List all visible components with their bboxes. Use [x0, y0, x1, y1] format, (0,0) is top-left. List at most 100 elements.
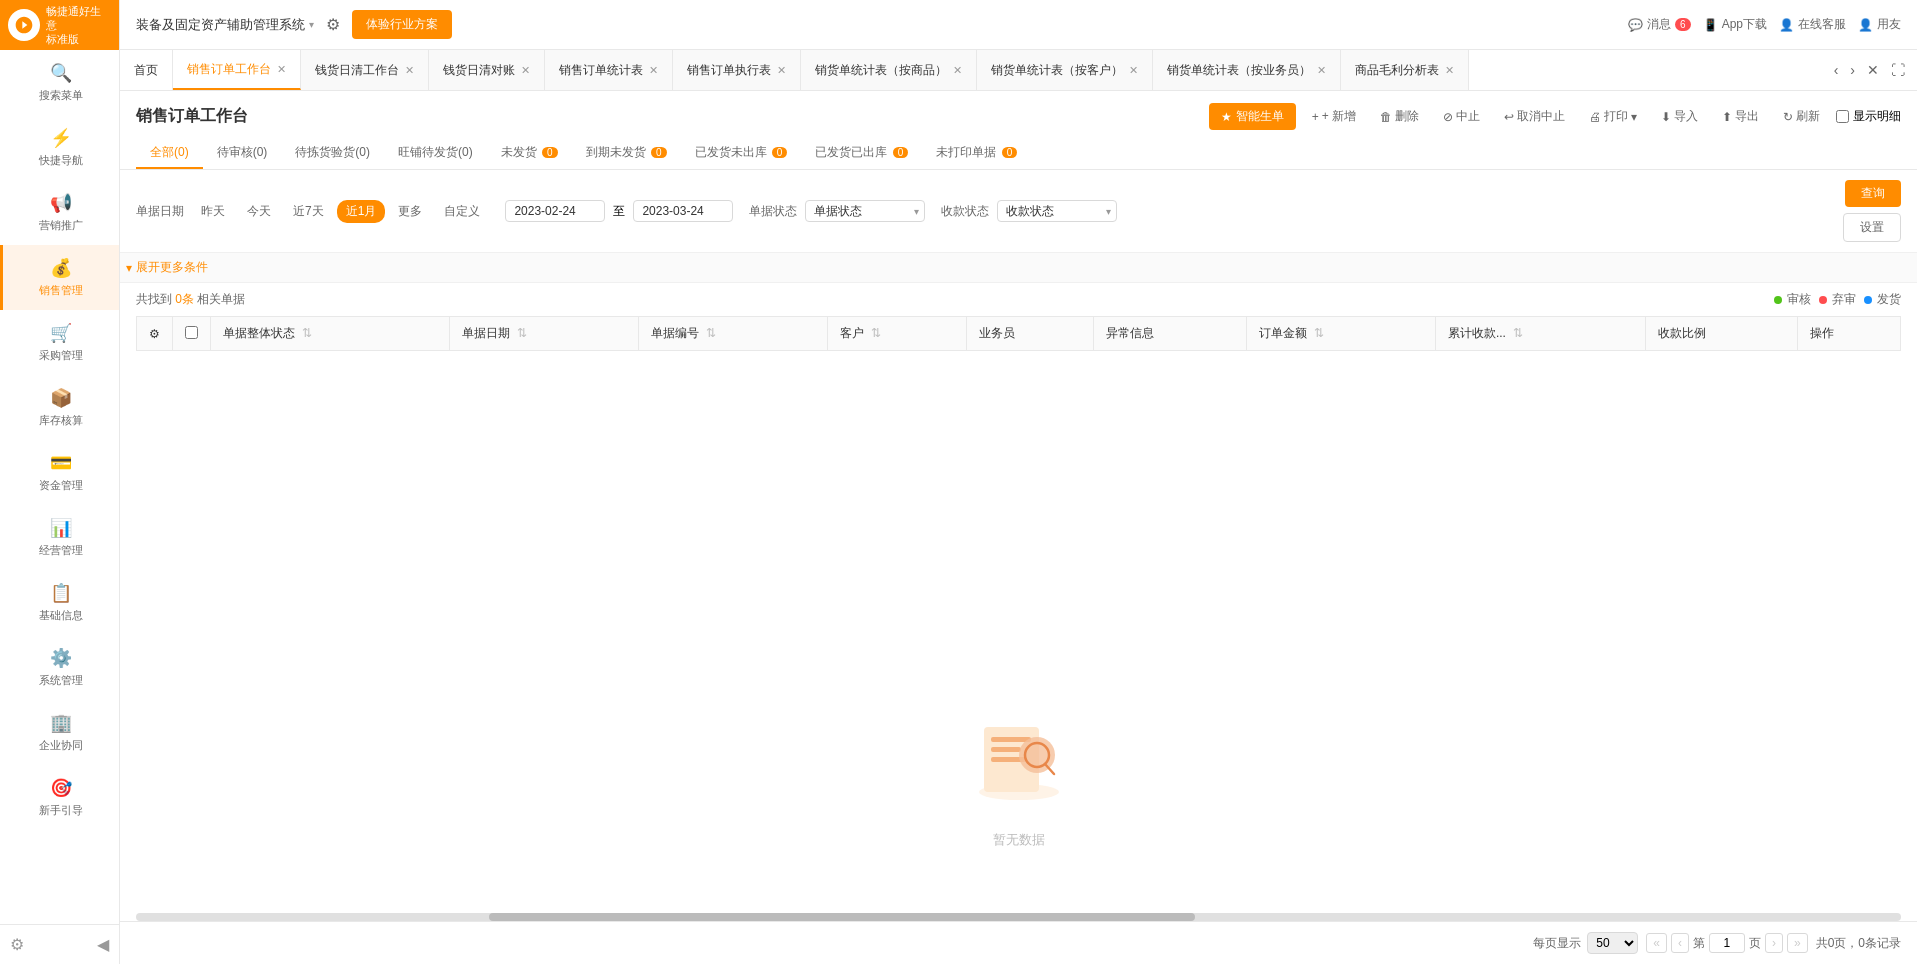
import-icon: ⬇	[1661, 110, 1671, 124]
import-button[interactable]: ⬇ 导入	[1653, 104, 1706, 129]
sidebar-item-search[interactable]: 🔍 搜索菜单	[0, 50, 119, 115]
filter-tab-pending-inspect[interactable]: 待拣货验货(0)	[281, 138, 384, 169]
date-to-input[interactable]	[633, 200, 733, 222]
filter-tab-shipped-in[interactable]: 已发货已出库 0	[801, 138, 922, 169]
page-next-btn[interactable]: ›	[1765, 933, 1783, 953]
filter-tab-not-shipped[interactable]: 未发货 0	[487, 138, 572, 169]
tab-product-margin-close[interactable]: ✕	[1445, 64, 1454, 77]
expand-conditions-btn[interactable]: ▾ 展开更多条件	[126, 259, 1911, 276]
tab-cash-reconcile[interactable]: 钱货日清对账 ✕	[429, 50, 545, 90]
sort-number-icon[interactable]: ⇅	[706, 326, 716, 340]
filter-tab-shipped-not-in[interactable]: 已发货未出库 0	[681, 138, 802, 169]
cancel-stop-button[interactable]: ↩ 取消中止	[1496, 104, 1573, 129]
tab-cash-reconcile-close[interactable]: ✕	[521, 64, 530, 77]
ship-btn[interactable]: 发货	[1864, 291, 1901, 308]
gear-icon[interactable]: ⚙	[326, 15, 340, 34]
show-detail-checkbox[interactable]	[1836, 110, 1849, 123]
tab-sales-summary-staff-close[interactable]: ✕	[1317, 64, 1326, 77]
tab-sales-workbench[interactable]: 销售订单工作台 ✕	[173, 50, 301, 90]
sort-customer-icon[interactable]: ⇅	[871, 326, 881, 340]
tab-sales-summary-product-close[interactable]: ✕	[953, 64, 962, 77]
tab-sales-stat-close[interactable]: ✕	[649, 64, 658, 77]
sidebar-item-quick-nav[interactable]: ⚡ 快捷导航	[0, 115, 119, 180]
page-prev-btn[interactable]: ‹	[1671, 933, 1689, 953]
online-service-action[interactable]: 👤 在线客服	[1779, 16, 1846, 33]
show-detail-checkbox-label[interactable]: 显示明细	[1836, 108, 1901, 125]
audit-btn[interactable]: 审核	[1774, 291, 1811, 308]
sidebar-item-inventory[interactable]: 📦 库存核算	[0, 375, 119, 440]
filter-tab-not-printed[interactable]: 未打印单据 0	[922, 138, 1031, 169]
sidebar-item-guide[interactable]: 🎯 新手引导	[0, 765, 119, 830]
sidebar-item-marketing[interactable]: 📢 营销推广	[0, 180, 119, 245]
industry-solution-button[interactable]: 体验行业方案	[352, 10, 452, 39]
collapse-icon[interactable]: ◀	[97, 935, 109, 954]
col-status-label: 单据整体状态	[223, 326, 295, 340]
page-first-btn[interactable]: «	[1646, 933, 1667, 953]
sidebar-item-basic-info[interactable]: 📋 基础信息	[0, 570, 119, 635]
sidebar-item-purchase[interactable]: 🛒 采购管理	[0, 310, 119, 375]
filter-tab-expired[interactable]: 到期未发货 0	[572, 138, 681, 169]
sidebar-item-system[interactable]: ⚙️ 系统管理	[0, 635, 119, 700]
delete-button[interactable]: 🗑 删除	[1372, 104, 1427, 129]
settings-bottom-icon[interactable]: ⚙	[10, 935, 24, 954]
refresh-button[interactable]: ↻ 刷新	[1775, 104, 1828, 129]
page-number-input[interactable]	[1709, 933, 1745, 953]
sort-date-icon[interactable]: ⇅	[517, 326, 527, 340]
sidebar-item-enterprise[interactable]: 🏢 企业协同	[0, 700, 119, 765]
export-button[interactable]: ⬆ 导出	[1714, 104, 1767, 129]
tab-home[interactable]: 首页	[120, 50, 173, 90]
tab-cash-daily-close[interactable]: ✕	[405, 64, 414, 77]
date-custom[interactable]: 自定义	[435, 200, 489, 223]
payment-select[interactable]: 收款状态	[997, 200, 1117, 222]
sort-status-icon[interactable]: ⇅	[302, 326, 312, 340]
tab-sales-summary-product[interactable]: 销货单统计表（按商品） ✕	[801, 50, 977, 90]
page-size-select[interactable]: 20 50 100	[1587, 932, 1638, 954]
filter-tab-all[interactable]: 全部(0)	[136, 138, 203, 169]
tab-prev-btn[interactable]: ‹	[1830, 58, 1843, 82]
date-from-input[interactable]	[505, 200, 605, 222]
date-7days[interactable]: 近7天	[284, 200, 333, 223]
date-today[interactable]: 今天	[238, 200, 280, 223]
tab-sales-exec[interactable]: 销售订单执行表 ✕	[673, 50, 801, 90]
stop-button[interactable]: ⊘ 中止	[1435, 104, 1488, 129]
tab-sales-summary-staff[interactable]: 销货单统计表（按业务员） ✕	[1153, 50, 1341, 90]
status-select[interactable]: 单据状态	[805, 200, 925, 222]
filter-tab-pending-audit[interactable]: 待审核(0)	[203, 138, 282, 169]
tab-sales-summary-customer[interactable]: 销货单统计表（按客户） ✕	[977, 50, 1153, 90]
date-1month[interactable]: 近1月	[337, 200, 386, 223]
sort-collected-icon[interactable]: ⇅	[1513, 326, 1523, 340]
page-last-btn[interactable]: »	[1787, 933, 1808, 953]
add-button[interactable]: + + 新增	[1304, 104, 1364, 129]
smart-create-button[interactable]: ★ 智能生单	[1209, 103, 1296, 130]
date-more[interactable]: 更多	[389, 200, 431, 223]
tab-maximize-btn[interactable]: ⛶	[1887, 58, 1909, 82]
date-yesterday[interactable]: 昨天	[192, 200, 234, 223]
sort-amount-icon[interactable]: ⇅	[1314, 326, 1324, 340]
tab-cash-daily[interactable]: 钱货日清工作台 ✕	[301, 50, 429, 90]
query-button[interactable]: 查询	[1845, 180, 1901, 207]
user-action[interactable]: 👤 用友	[1858, 16, 1901, 33]
sidebar-item-finance[interactable]: 💳 资金管理	[0, 440, 119, 505]
tab-sales-workbench-close[interactable]: ✕	[277, 63, 286, 76]
select-all-checkbox[interactable]	[185, 326, 198, 339]
tab-sales-summary-customer-close[interactable]: ✕	[1129, 64, 1138, 77]
sidebar-item-operation[interactable]: 📊 经营管理	[0, 505, 119, 570]
revoke-btn[interactable]: 弃审	[1819, 291, 1856, 308]
sidebar-item-label: 搜索菜单	[39, 88, 83, 103]
scrollbar-thumb[interactable]	[489, 913, 1195, 921]
col-settings[interactable]: ⚙	[137, 317, 173, 351]
message-action[interactable]: 💬 消息 6	[1628, 16, 1691, 33]
tab-product-margin[interactable]: 商品毛利分析表 ✕	[1341, 50, 1469, 90]
tab-close-all-btn[interactable]: ✕	[1863, 58, 1883, 82]
tab-next-btn[interactable]: ›	[1846, 58, 1859, 82]
horizontal-scrollbar[interactable]	[120, 909, 1917, 921]
app-download-action[interactable]: 📱 App下载	[1703, 16, 1767, 33]
filter-tab-wangpu[interactable]: 旺铺待发货(0)	[384, 138, 487, 169]
print-button[interactable]: 🖨 打印 ▾	[1581, 104, 1645, 129]
col-checkbox[interactable]	[173, 317, 211, 351]
tab-sales-stat[interactable]: 销售订单统计表 ✕	[545, 50, 673, 90]
setting-button[interactable]: 设置	[1843, 213, 1901, 242]
tab-sales-exec-close[interactable]: ✕	[777, 64, 786, 77]
system-title-dropdown[interactable]: 装备及固定资产辅助管理系统 ▾	[136, 16, 314, 34]
sidebar-item-sales[interactable]: 💰 销售管理	[0, 245, 119, 310]
